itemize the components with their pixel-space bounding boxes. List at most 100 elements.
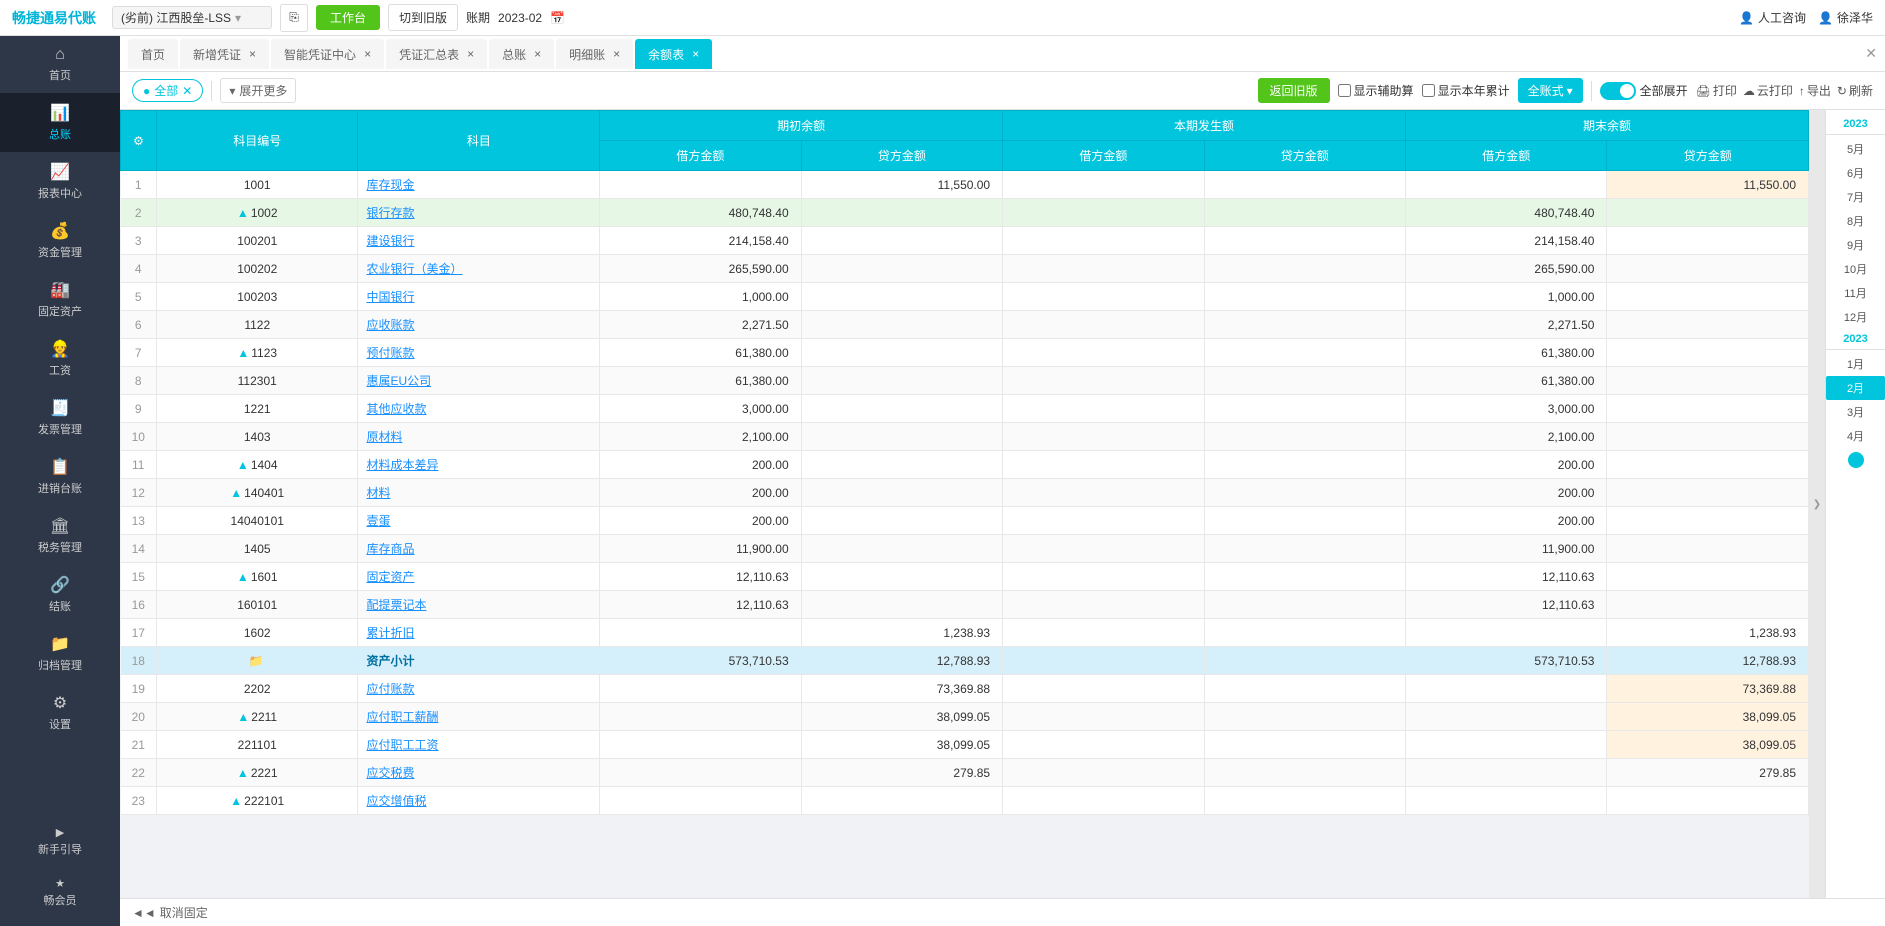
th-settings[interactable]: ⚙ xyxy=(121,111,157,171)
row-subject[interactable]: 固定资产 xyxy=(358,563,600,591)
copy-icon[interactable]: ⎘ xyxy=(280,4,308,32)
company-selector[interactable]: (劣前) 江西股垒-LSS ▾ xyxy=(112,6,272,29)
all-style-button[interactable]: 全账式 ▾ xyxy=(1518,78,1583,103)
show-aux-input[interactable] xyxy=(1338,84,1351,97)
row-subject[interactable]: 应付账款 xyxy=(358,675,600,703)
year-2023[interactable]: 2023 xyxy=(1826,114,1885,135)
consultant-btn[interactable]: 👤 人工咨询 xyxy=(1739,9,1806,26)
period-debit: 2,100.00 xyxy=(600,423,801,451)
row-subject[interactable]: 库存现金 xyxy=(358,171,600,199)
sidebar-item-tax[interactable]: 🏛 税务管理 xyxy=(0,506,120,565)
sidebar-item-archive[interactable]: 📁 归档管理 xyxy=(0,624,120,683)
th-subject: 科目 xyxy=(358,111,600,171)
month-8[interactable]: 8月 xyxy=(1826,209,1885,233)
user-profile[interactable]: 👤 徐泽华 xyxy=(1818,9,1873,26)
row-subject[interactable]: 其他应收款 xyxy=(358,395,600,423)
month-11[interactable]: 11月 xyxy=(1826,281,1885,305)
month-9[interactable]: 9月 xyxy=(1826,233,1885,257)
tab-smart-voucher[interactable]: 智能凭证中心 × xyxy=(271,39,384,69)
sidebar-label-home: 首页 xyxy=(49,67,71,83)
row-subject[interactable]: 应收账款 xyxy=(358,311,600,339)
sidebar-item-sales[interactable]: 📋 进销台账 xyxy=(0,447,120,506)
row-subject[interactable]: 建设银行 xyxy=(358,227,600,255)
row-subject[interactable]: 应付职工工资 xyxy=(358,731,600,759)
row-code: 📁 xyxy=(157,647,358,675)
row-subject[interactable]: 惠属EU公司 xyxy=(358,367,600,395)
print-button[interactable]: 🖨 打印 xyxy=(1696,82,1737,99)
sidebar-item-reports[interactable]: 📈 报表中心 xyxy=(0,152,120,211)
sidebar-item-member[interactable]: ★ 畅会员 xyxy=(0,869,120,916)
show-ytd-input[interactable] xyxy=(1422,84,1435,97)
row-subject[interactable]: 材料成本差异 xyxy=(358,451,600,479)
month-7[interactable]: 7月 xyxy=(1826,185,1885,209)
row-code: 14040101 xyxy=(157,507,358,535)
month-12[interactable]: 12月 xyxy=(1826,305,1885,329)
row-subject[interactable]: 应交增值税 xyxy=(358,787,600,815)
refresh-button[interactable]: ↻ 刷新 xyxy=(1837,82,1873,99)
sidebar-item-payroll[interactable]: 👷 工资 xyxy=(0,329,120,388)
month-1[interactable]: 1月 xyxy=(1826,352,1885,376)
tab-detail-ledger-close[interactable]: × xyxy=(613,47,620,61)
right-panel-toggle[interactable]: ❯ xyxy=(1809,110,1825,898)
month-5[interactable]: 5月 xyxy=(1826,137,1885,161)
row-subject[interactable]: 配提票记本 xyxy=(358,591,600,619)
sidebar-item-funds[interactable]: 💰 资金管理 xyxy=(0,211,120,270)
sidebar-item-settings[interactable]: ⚙ 设置 xyxy=(0,683,120,742)
curr-credit xyxy=(1204,423,1405,451)
table-container[interactable]: ⚙ 科目编号 科目 期初余额 本期发生额 期末余额 借方金额 贷方金额 借方金额… xyxy=(120,110,1809,898)
row-subject[interactable]: 材料 xyxy=(358,479,600,507)
row-subject[interactable]: 中国银行 xyxy=(358,283,600,311)
row-subject[interactable]: 累计折旧 xyxy=(358,619,600,647)
tab-voucher-summary-close[interactable]: × xyxy=(467,47,474,61)
expand-more-button[interactable]: ▾ 展开更多 xyxy=(220,78,296,103)
sidebar-item-ledger[interactable]: 📊 总账 xyxy=(0,93,120,152)
sidebar-item-closing[interactable]: 🔗 结账 xyxy=(0,565,120,624)
row-subject[interactable]: 应交税费 xyxy=(358,759,600,787)
sidebar-item-assets[interactable]: 🏭 固定资产 xyxy=(0,270,120,329)
row-subject[interactable]: 资产小计 xyxy=(358,647,600,675)
tab-new-voucher[interactable]: 新增凭证 × xyxy=(180,39,269,69)
row-subject[interactable]: 预付账款 xyxy=(358,339,600,367)
row-subject[interactable]: 壹蛋 xyxy=(358,507,600,535)
row-subject[interactable]: 农业银行（美金） xyxy=(358,255,600,283)
switch-old-button[interactable]: 切到旧版 xyxy=(388,4,458,31)
unpin-button[interactable]: ◄◄ 取消固定 xyxy=(132,904,208,921)
th-code: 科目编号 xyxy=(157,111,358,171)
tab-voucher-summary[interactable]: 凭证汇总表 × xyxy=(386,39,487,69)
row-subject[interactable]: 库存商品 xyxy=(358,535,600,563)
row-subject[interactable]: 应付职工薪酬 xyxy=(358,703,600,731)
right-panel-circle[interactable] xyxy=(1848,452,1864,468)
month-10[interactable]: 10月 xyxy=(1826,257,1885,281)
return-old-button[interactable]: 返回旧版 xyxy=(1258,78,1330,103)
curr-debit xyxy=(1003,199,1204,227)
tab-balance-close[interactable]: × xyxy=(692,47,699,61)
tab-balance[interactable]: 余额表 × xyxy=(635,39,712,69)
row-subject[interactable]: 原材料 xyxy=(358,423,600,451)
tab-bar-close[interactable]: ✕ xyxy=(1865,45,1877,62)
sidebar-item-invoice[interactable]: 🧾 发票管理 xyxy=(0,388,120,447)
month-3[interactable]: 3月 xyxy=(1826,400,1885,424)
sidebar-item-guide[interactable]: ▶ 新手引导 xyxy=(0,818,120,865)
row-subject[interactable]: 银行存款 xyxy=(358,199,600,227)
tab-new-voucher-close[interactable]: × xyxy=(249,47,256,61)
cloud-print-button[interactable]: ☁ 云打印 xyxy=(1743,82,1793,99)
show-aux-checkbox[interactable]: 显示辅助算 xyxy=(1338,82,1414,99)
tab-general-ledger[interactable]: 总账 × xyxy=(489,39,554,69)
month-4[interactable]: 4月 xyxy=(1826,424,1885,448)
sidebar-item-home[interactable]: ⌂ 首页 xyxy=(0,36,120,93)
all-filter-tag[interactable]: ● 全部 ✕ xyxy=(132,79,203,102)
month-6[interactable]: 6月 xyxy=(1826,161,1885,185)
expand-all-toggle[interactable]: 全部展开 xyxy=(1600,82,1688,100)
tab-general-ledger-close[interactable]: × xyxy=(534,47,541,61)
tab-detail-ledger[interactable]: 明细账 × xyxy=(556,39,633,69)
all-filter-close-icon[interactable]: ✕ xyxy=(182,84,192,98)
workbench-button[interactable]: 工作台 xyxy=(316,5,380,30)
year-2023-2[interactable]: 2023 xyxy=(1826,329,1885,350)
month-2[interactable]: 2月 xyxy=(1826,376,1885,400)
tab-smart-voucher-close[interactable]: × xyxy=(364,47,371,61)
period-debit: 2,271.50 xyxy=(600,311,801,339)
show-ytd-checkbox[interactable]: 显示本年累计 xyxy=(1422,82,1510,99)
tab-home[interactable]: 首页 xyxy=(128,39,178,69)
expand-toggle-switch[interactable] xyxy=(1600,82,1636,100)
export-button[interactable]: ↑ 导出 xyxy=(1799,82,1831,99)
